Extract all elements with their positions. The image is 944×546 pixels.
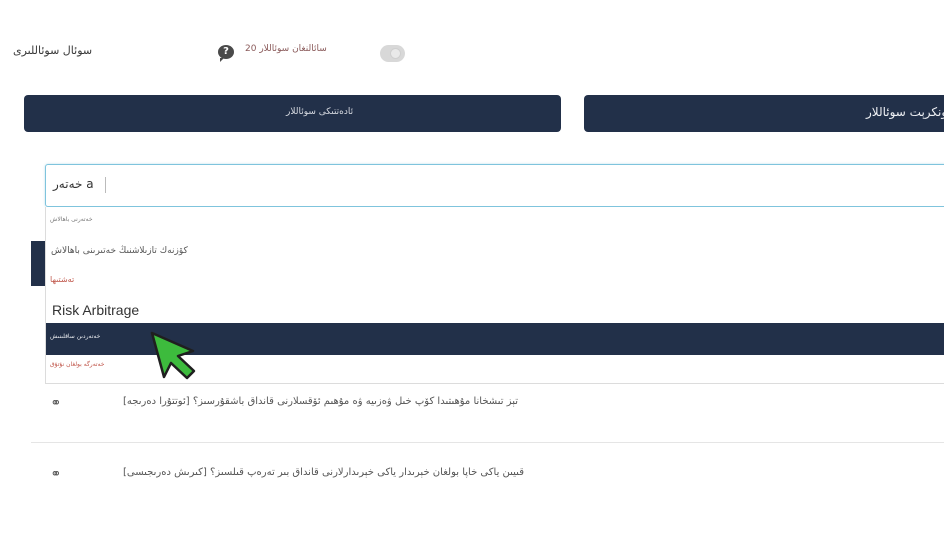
question-bubble-icon: ?: [218, 45, 234, 62]
handshake-icon: ⚭: [50, 467, 62, 482]
row-divider: [31, 442, 944, 443]
general-questions-label: ئادەتتىكى سوئاللار: [286, 107, 354, 117]
dropdown-option-risk-assessment[interactable]: كۆزنەك تازىلاشنىڭ خەتىرىنى باھالاش: [51, 246, 188, 256]
search-input-value: خەتەر a: [53, 177, 94, 191]
dropdown-option-highlighted-label: خەتەردىن ساقلىنىش: [50, 333, 101, 340]
asked-questions-count: سائالنغان سوئاللار 20: [245, 44, 327, 54]
dropdown-option-risk-speech[interactable]: خەتەرگە بولغان نۇتۇق: [50, 361, 105, 368]
general-questions-button[interactable]: ئادەتتىكى سوئاللار: [24, 95, 561, 132]
social-questions-link[interactable]: سوئال سوئاللىرى: [13, 44, 92, 57]
dropdown-section-tags-header: تەشتىھا: [50, 275, 75, 284]
view-toggle[interactable]: [380, 45, 405, 62]
question-link-2[interactable]: [كىرىش دەرىجىسى] قىيىن ياكى خاپا بولغان …: [123, 467, 524, 478]
question-link-1[interactable]: [ئوتتۇرا دەرىجە] تېز تىشخانا مۇھىتىدا كۆ…: [123, 396, 518, 407]
dropdown-section-risk-header: خەتەرنى باھالاش: [50, 216, 93, 223]
background-panel-edge: [31, 241, 45, 286]
specific-questions-label: كونكرېت سوئاللار: [866, 105, 944, 119]
specific-questions-button[interactable]: كونكرېت سوئاللار: [584, 95, 944, 132]
text-caret: [105, 177, 106, 193]
toggle-knob: [390, 48, 401, 59]
handshake-icon: ⚭: [50, 396, 62, 411]
search-input[interactable]: خەتەر a: [45, 164, 944, 207]
mouse-cursor-icon: [150, 331, 196, 380]
dropdown-option-risk-arbitrage[interactable]: Risk Arbitrage: [52, 302, 139, 318]
